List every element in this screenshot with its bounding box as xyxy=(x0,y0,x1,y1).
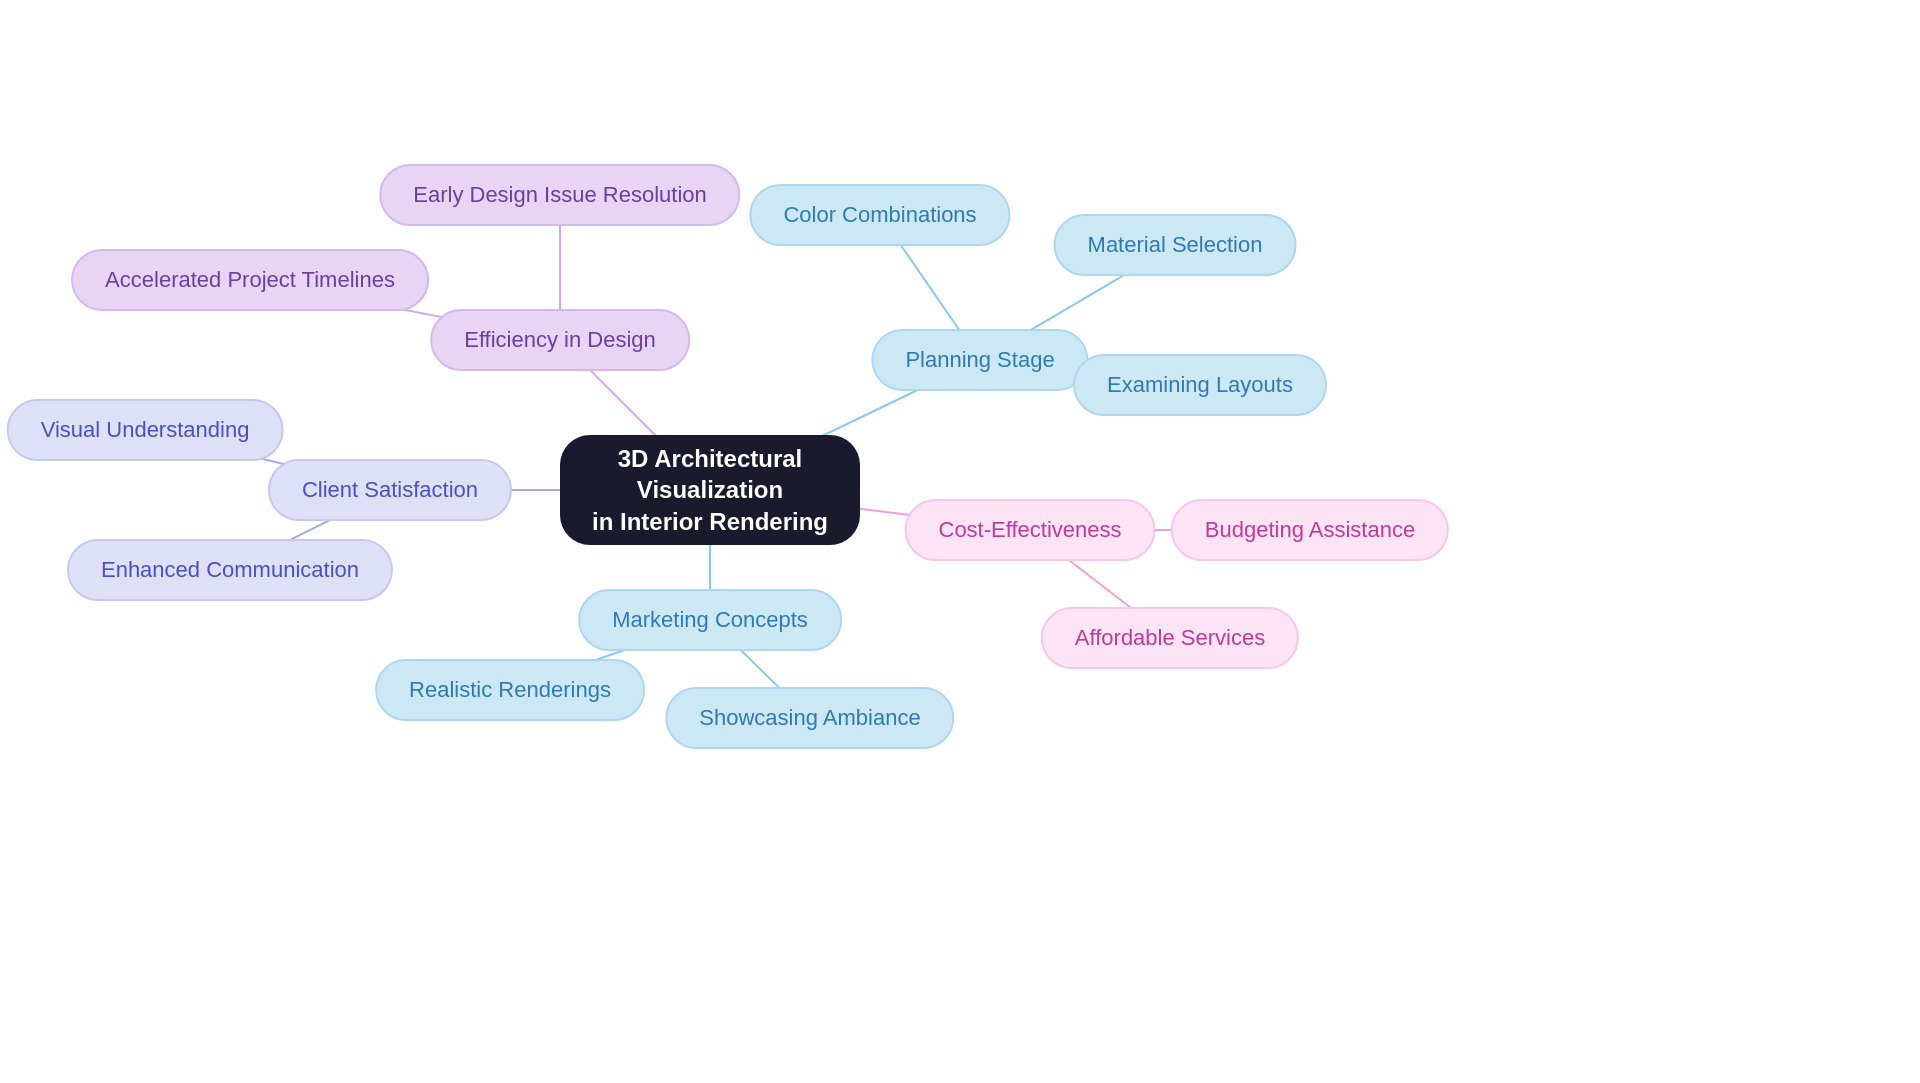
node-realistic[interactable]: Realistic Renderings xyxy=(375,659,645,721)
node-showcasing[interactable]: Showcasing Ambiance xyxy=(665,687,954,749)
node-marketing[interactable]: Marketing Concepts xyxy=(578,589,842,651)
node-early_design[interactable]: Early Design Issue Resolution xyxy=(379,164,740,226)
node-budgeting[interactable]: Budgeting Assistance xyxy=(1171,499,1449,561)
node-client_satisfaction[interactable]: Client Satisfaction xyxy=(268,459,512,521)
node-accelerated[interactable]: Accelerated Project Timelines xyxy=(71,249,429,311)
node-enhanced_comm[interactable]: Enhanced Communication xyxy=(67,539,393,601)
node-material_selection[interactable]: Material Selection xyxy=(1054,214,1297,276)
mind-map: 3D Architectural Visualizationin Interio… xyxy=(0,0,1920,1083)
node-cost_effectiveness[interactable]: Cost-Effectiveness xyxy=(904,499,1155,561)
node-examining_layouts[interactable]: Examining Layouts xyxy=(1073,354,1327,416)
node-visual_understanding[interactable]: Visual Understanding xyxy=(7,399,284,461)
node-efficiency[interactable]: Efficiency in Design xyxy=(430,309,690,371)
node-planning[interactable]: Planning Stage xyxy=(871,329,1088,391)
node-affordable[interactable]: Affordable Services xyxy=(1041,607,1299,669)
node-color_combinations[interactable]: Color Combinations xyxy=(749,184,1010,246)
node-center[interactable]: 3D Architectural Visualizationin Interio… xyxy=(560,435,860,545)
